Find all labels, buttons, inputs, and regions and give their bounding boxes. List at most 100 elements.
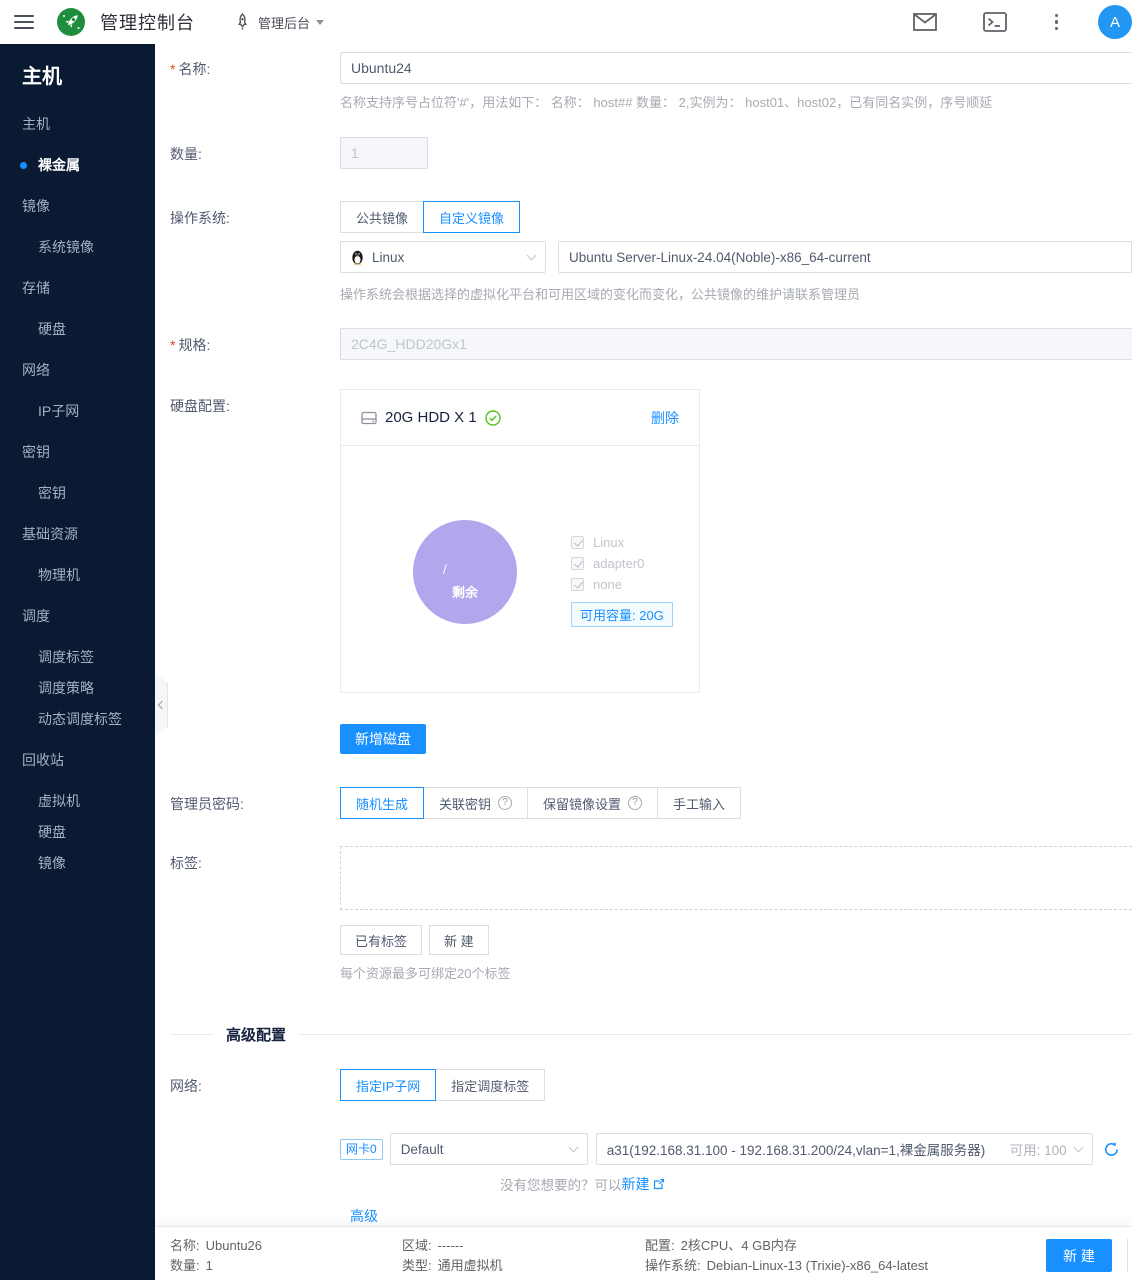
password-option-keep-image[interactable]: 保留镜像设置? <box>527 787 659 819</box>
sidebar-item-recycle-disk[interactable]: 硬盘 <box>0 817 155 847</box>
nic0-badge: 网卡0 <box>340 1138 383 1160</box>
add-disk-button[interactable]: 新增磁盘 <box>340 724 426 754</box>
sidebar-group-network[interactable]: 网络 <box>0 355 155 385</box>
os-image-value: Ubuntu Server-Linux-24.04(Noble)-x86_64-… <box>569 249 871 265</box>
active-dot <box>20 162 27 169</box>
question-circle-icon: ? <box>628 796 643 810</box>
disk-option-row: Linux <box>571 532 673 553</box>
terminal-icon[interactable] <box>982 12 1007 32</box>
admin-password-label: 管理员密码: <box>170 796 244 812</box>
quantity-input[interactable] <box>340 137 428 169</box>
advanced-toggle-link[interactable]: 高级 <box>350 1206 378 1226</box>
subnet-hint: 没有您想要的？可以 新建 <box>500 1174 1132 1194</box>
question-circle-icon: ? <box>498 796 513 810</box>
password-option-manual[interactable]: 手工输入 <box>657 787 742 819</box>
sidebar-group-image[interactable]: 镜像 <box>0 191 155 221</box>
avatar[interactable]: A <box>1098 5 1132 39</box>
summary-name-label: 名称: <box>170 1237 200 1253</box>
chevron-down-icon <box>568 1142 579 1153</box>
sidebar-item-physical-machine[interactable]: 物理机 <box>0 560 155 590</box>
workspace-switcher[interactable]: 管理后台 <box>235 13 325 32</box>
sidebar-item-recycle-vm[interactable]: 虚拟机 <box>0 786 155 816</box>
sidebar-item-ip-subnet[interactable]: IP子网 <box>0 396 155 426</box>
os-image-select[interactable]: Ubuntu Server-Linux-24.04(Noble)-x86_64-… <box>558 241 1132 273</box>
summary-name-value: Ubuntu26 <box>205 1237 263 1253</box>
sidebar-item-dynamic-sched-tag[interactable]: 动态调度标签 <box>0 704 155 734</box>
subnet-available-count: 可用: 100 <box>1009 1143 1067 1158</box>
password-option-random[interactable]: 随机生成 <box>340 787 425 819</box>
network-tab-sched-tag[interactable]: 指定调度标签 <box>435 1069 546 1101</box>
disk-card-title: 20G HDD X 1 <box>385 409 477 426</box>
kebab-menu-icon[interactable] <box>1054 13 1058 31</box>
sidebar-group-base-resource[interactable]: 基础资源 <box>0 519 155 549</box>
os-platform-select[interactable]: Linux <box>340 241 546 273</box>
summary-count-label: 数量: <box>170 1257 200 1273</box>
disk-card: 20G HDD X 1 删除 / 剩余 Linux adapter0 none … <box>340 389 700 693</box>
sidebar-item-system-image[interactable]: 系统镜像 <box>0 232 155 262</box>
refresh-icon[interactable] <box>1103 1141 1120 1158</box>
sidebar-item-baremetal[interactable]: 裸金属 <box>0 150 155 180</box>
check-circle-icon <box>485 409 501 426</box>
network-tab-ip-subnet[interactable]: 指定IP子网 <box>340 1069 437 1101</box>
new-tag-button[interactable]: 新 建 <box>429 925 489 955</box>
sidebar-item-host[interactable]: 主机 <box>0 109 155 139</box>
checkbox-checked-icon[interactable] <box>571 536 584 549</box>
sidebar-item-keypair[interactable]: 密钥 <box>0 478 155 508</box>
create-form: *名称: 名称支持序号占位符'#'，用法如下： 名称： host## 数量： 2… <box>155 44 1132 1226</box>
pie-mount-label: / <box>443 562 447 577</box>
rocket-icon <box>235 13 250 31</box>
sidebar-item-recycle-image[interactable]: 镜像 <box>0 848 155 878</box>
sidebar: 主机 主机 裸金属 镜像 系统镜像 存储 硬盘 网络 IP子网 密钥 密钥 基础… <box>0 44 155 1280</box>
subnet-select[interactable]: a31(192.168.31.100 - 192.168.31.200/24,v… <box>595 1133 1093 1165</box>
disk-option-row: none <box>571 574 673 595</box>
sidebar-item-disk[interactable]: 硬盘 <box>0 314 155 344</box>
required-mark: * <box>170 61 176 77</box>
pie-remaining-label: 剩余 <box>451 585 478 600</box>
tags-drop-area[interactable] <box>340 846 1132 910</box>
checkbox-checked-icon[interactable] <box>571 557 584 570</box>
penguin-icon <box>351 249 364 265</box>
checkbox-checked-icon[interactable] <box>571 578 584 591</box>
required-mark: * <box>170 337 176 353</box>
existing-tags-button[interactable]: 已有标签 <box>340 925 423 955</box>
summary-config-label: 配置: <box>645 1237 675 1253</box>
tags-label: 标签: <box>170 855 202 871</box>
disk-delete-link[interactable]: 删除 <box>651 408 679 428</box>
sidebar-collapse-handle[interactable] <box>155 674 168 736</box>
workspace-label: 管理后台 <box>258 15 311 31</box>
disk-config-label: 硬盘配置: <box>170 398 230 414</box>
summary-region-label: 区域: <box>402 1237 432 1253</box>
sidebar-item-sched-policy[interactable]: 调度策略 <box>0 673 155 703</box>
create-subnet-link[interactable]: 新建 <box>622 1174 650 1194</box>
sidebar-item-sched-tag[interactable]: 调度标签 <box>0 642 155 672</box>
os-tab-public-image[interactable]: 公共镜像 <box>340 201 425 233</box>
collapse-chevron-icon <box>157 700 167 710</box>
create-button[interactable]: 新 建 <box>1046 1239 1112 1272</box>
spec-input[interactable] <box>340 328 1132 360</box>
sidebar-group-storage[interactable]: 存储 <box>0 273 155 303</box>
available-capacity-badge: 可用容量: 20G <box>571 602 673 627</box>
sidebar-heading: 主机 <box>22 66 62 88</box>
name-label: * 名称: <box>170 61 211 77</box>
app: 管理控制台 管理后台 A 主机 主机 裸金属 镜像 系统镜像 存储 硬盘 网络 … <box>0 0 1132 1280</box>
sidebar-group-recycle-bin[interactable]: 回收站 <box>0 745 155 775</box>
name-input[interactable] <box>340 52 1132 84</box>
sidebar-group-keypair[interactable]: 密钥 <box>0 437 155 467</box>
app-logo-rocket-icon[interactable] <box>56 7 86 37</box>
top-bar: 管理控制台 管理后台 A <box>0 0 1132 44</box>
password-option-keypair[interactable]: 关联密钥? <box>423 787 529 819</box>
mail-icon[interactable] <box>912 13 937 31</box>
summary-type-label: 类型: <box>402 1257 432 1273</box>
sidebar-group-scheduling[interactable]: 调度 <box>0 601 155 631</box>
network-label: 网络: <box>170 1078 202 1094</box>
os-tab-custom-image[interactable]: 自定义镜像 <box>423 201 521 233</box>
vpc-select[interactable]: Default <box>389 1133 588 1165</box>
summary-region-value: ------ <box>437 1237 464 1253</box>
summary-config-value: 2核CPU、4 GB内存 <box>680 1237 797 1253</box>
disk-usage-pie: / 剩余 <box>413 520 517 624</box>
hamburger-icon[interactable] <box>14 15 34 29</box>
checkbox-label: adapter0 <box>593 556 645 571</box>
vpc-value: Default <box>400 1141 444 1157</box>
bottom-summary-bar: 名称: Ubuntu26 数量: 1 区域: ------ 类型: 通用虚拟机 配置: 2… <box>155 1226 1132 1280</box>
app-title: 管理控制台 <box>100 13 195 33</box>
